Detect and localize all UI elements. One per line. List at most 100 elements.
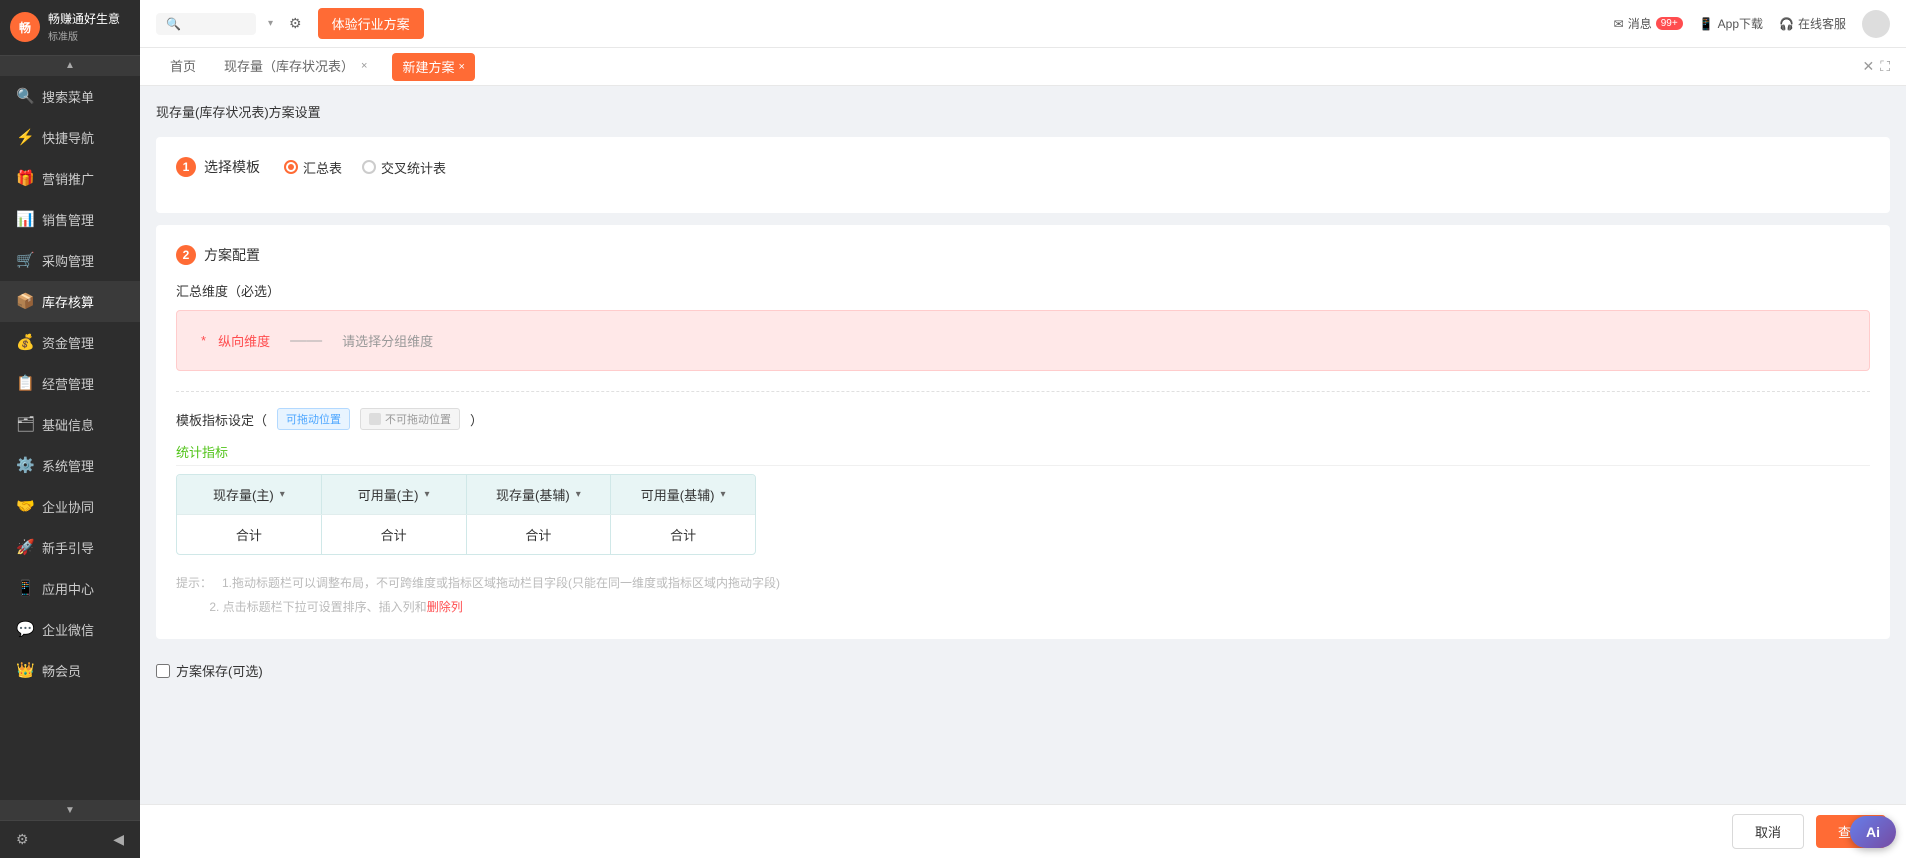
draggable-badge: 可拖动位置 [277, 408, 350, 430]
sidebar-logo: 畅 畅赚通好生意 标准版 [0, 0, 140, 56]
col-available-aux-label: 可用量(基辅) [641, 485, 715, 504]
stats-section-label: 统计指标 [176, 442, 1870, 466]
collapse-icon[interactable]: ◀ [113, 831, 124, 848]
col-available-aux-chevron[interactable]: ▾ [720, 489, 725, 500]
search-input[interactable] [185, 17, 245, 31]
search-icon: 🔍 [16, 87, 34, 105]
sidebar-item-label: 系统管理 [42, 456, 94, 475]
radio-summary[interactable]: 汇总表 [284, 158, 342, 177]
col-available-aux[interactable]: 可用量(基辅) ▾ [611, 475, 755, 514]
sidebar-item-sales[interactable]: 📊 销售管理 [0, 199, 140, 240]
sidebar-item-newbie[interactable]: 🚀 新手引导 [0, 527, 140, 568]
app-download-item[interactable]: 📱 App下载 [1699, 15, 1763, 32]
sidebar-scroll-down[interactable]: ▼ [0, 800, 140, 820]
dimension-field-label: 纵向维度 [218, 331, 270, 350]
col-current-main-chevron[interactable]: ▾ [280, 489, 285, 500]
sidebar-item-label: 采购管理 [42, 251, 94, 270]
app-version: 标准版 [48, 28, 120, 43]
close-panel-icon[interactable]: ✕ [1862, 58, 1874, 75]
col-current-aux[interactable]: 现存量(基辅) ▾ [467, 475, 612, 514]
search-chevron-icon[interactable]: ▾ [268, 18, 273, 29]
col-current-aux-label: 现存量(基辅) [496, 485, 570, 504]
tip-line-1: 提示： 1.拖动标题栏可以调整布局，不可跨维度或指标区域拖动栏目字段(只能在同一… [176, 571, 1870, 595]
tab-expand-icons: ✕ ⛶ [1862, 58, 1890, 75]
sidebar-nav: 🔍 搜索菜单 ⚡ 快捷导航 🎁 营销推广 📊 销售管理 🛒 采购管理 📦 库存核… [0, 76, 140, 800]
sidebar-item-base[interactable]: 🗂 基础信息 [0, 404, 140, 445]
sidebar-item-marketing[interactable]: 🎁 营销推广 [0, 158, 140, 199]
sidebar-item-system[interactable]: ⚙️ 系统管理 [0, 445, 140, 486]
messages-item[interactable]: ✉ 消息 99+ [1614, 15, 1683, 32]
expand-icon[interactable]: ⛶ [1880, 58, 1890, 75]
col-current-main[interactable]: 现存量(主) ▾ [177, 475, 322, 514]
section-divider [176, 391, 1870, 392]
user-avatar[interactable] [1862, 10, 1890, 38]
tab-new-close-icon[interactable]: × [458, 61, 464, 73]
tab-home-label: 首页 [170, 56, 196, 75]
page-title: 现存量(库存状况表)方案设置 [156, 102, 1890, 121]
radio-summary-dot [284, 160, 298, 174]
tips-section: 提示： 1.拖动标题栏可以调整布局，不可跨维度或指标区域拖动栏目字段(只能在同一… [176, 571, 1870, 619]
app-logo-icon: 畅 [10, 12, 40, 42]
cell-current-aux-sum: 合计 [467, 515, 612, 554]
non-drag-icon [369, 413, 381, 425]
col-current-aux-chevron[interactable]: ▾ [576, 489, 581, 500]
quick-nav-icon: ⚡ [16, 128, 34, 146]
dimension-required-mark: * [201, 333, 206, 348]
sidebar-item-appstore[interactable]: 📱 应用中心 [0, 568, 140, 609]
sidebar-item-label: 库存核算 [42, 292, 94, 311]
metrics-table-header: 现存量(主) ▾ 可用量(主) ▾ 现存量(基辅) ▾ 可用量(基辅) ▾ [177, 475, 755, 514]
search-icon: 🔍 [166, 17, 181, 31]
settings-icon[interactable]: ⚙ [16, 831, 29, 848]
cancel-button[interactable]: 取消 [1732, 814, 1804, 849]
wechat-icon: 💬 [16, 620, 34, 638]
step1-number: 1 [176, 157, 196, 177]
sidebar-item-inventory[interactable]: 📦 库存核算 [0, 281, 140, 322]
cell-available-main-sum-label: 合计 [381, 525, 407, 544]
sidebar-item-search[interactable]: 🔍 搜索菜单 [0, 76, 140, 117]
step1-label: 选择模板 [204, 157, 260, 177]
metrics-setting-text: 模板指标设定（ [176, 410, 267, 429]
sidebar-scroll-up[interactable]: ▲ [0, 56, 140, 76]
metrics-table-row: 合计 合计 合计 合计 [177, 514, 755, 554]
newbie-icon: 🚀 [16, 538, 34, 556]
cell-available-aux-sum: 合计 [611, 515, 755, 554]
tab-home[interactable]: 首页 [156, 48, 210, 86]
metrics-label: 模板指标设定（ 可拖动位置 不可拖动位置 ） [176, 408, 1870, 430]
tab-new-scheme[interactable]: 新建方案 × [392, 53, 474, 81]
trial-button[interactable]: 体验行业方案 [318, 8, 424, 39]
save-scheme-label: 方案保存(可选) [176, 661, 263, 680]
sidebar-item-wechat[interactable]: 💬 企业微信 [0, 609, 140, 650]
sidebar-item-operations[interactable]: 📋 经营管理 [0, 363, 140, 404]
customer-service-item[interactable]: 🎧 在线客服 [1779, 15, 1846, 32]
sidebar-item-label: 应用中心 [42, 579, 94, 598]
template-radio-group: 汇总表 交叉统计表 [284, 158, 446, 177]
sidebar-item-label: 基础信息 [42, 415, 94, 434]
save-checkbox[interactable] [156, 664, 170, 678]
bottom-bar: 取消 查询 [140, 804, 1906, 858]
sidebar-item-corp[interactable]: 🤝 企业协同 [0, 486, 140, 527]
tabs-bar: 首页 现存量（库存状况表） × 新建方案 × ✕ ⛶ [140, 48, 1906, 86]
radio-summary-label: 汇总表 [303, 158, 342, 177]
dimension-box[interactable]: * 纵向维度 —— 请选择分组维度 [176, 310, 1870, 371]
tab-inventory-status[interactable]: 现存量（库存状况表） × [210, 48, 384, 86]
sidebar-item-label: 营销推广 [42, 169, 94, 188]
sidebar-item-quick-nav[interactable]: ⚡ 快捷导航 [0, 117, 140, 158]
col-available-main[interactable]: 可用量(主) ▾ [322, 475, 467, 514]
radio-cross[interactable]: 交叉统计表 [362, 158, 446, 177]
purchase-icon: 🛒 [16, 251, 34, 269]
search-box[interactable]: 🔍 [156, 13, 256, 35]
sidebar-item-purchase[interactable]: 🛒 采购管理 [0, 240, 140, 281]
col-available-main-chevron[interactable]: ▾ [424, 489, 429, 500]
sales-icon: 📊 [16, 210, 34, 228]
tab-inventory-label: 现存量（库存状况表） [224, 56, 354, 75]
sidebar-item-member[interactable]: 👑 畅会员 [0, 650, 140, 691]
tab-inventory-close-icon[interactable]: × [358, 59, 370, 73]
cell-available-aux-sum-label: 合计 [670, 525, 696, 544]
messages-label: 消息 [1628, 15, 1652, 32]
ai-badge[interactable]: Ai [1850, 816, 1896, 848]
operations-icon: 📋 [16, 374, 34, 392]
sidebar-item-finance[interactable]: 💰 资金管理 [0, 322, 140, 363]
cell-current-aux-sum-label: 合计 [525, 525, 551, 544]
gear-icon[interactable]: ⚙ [289, 15, 302, 32]
marketing-icon: 🎁 [16, 169, 34, 187]
